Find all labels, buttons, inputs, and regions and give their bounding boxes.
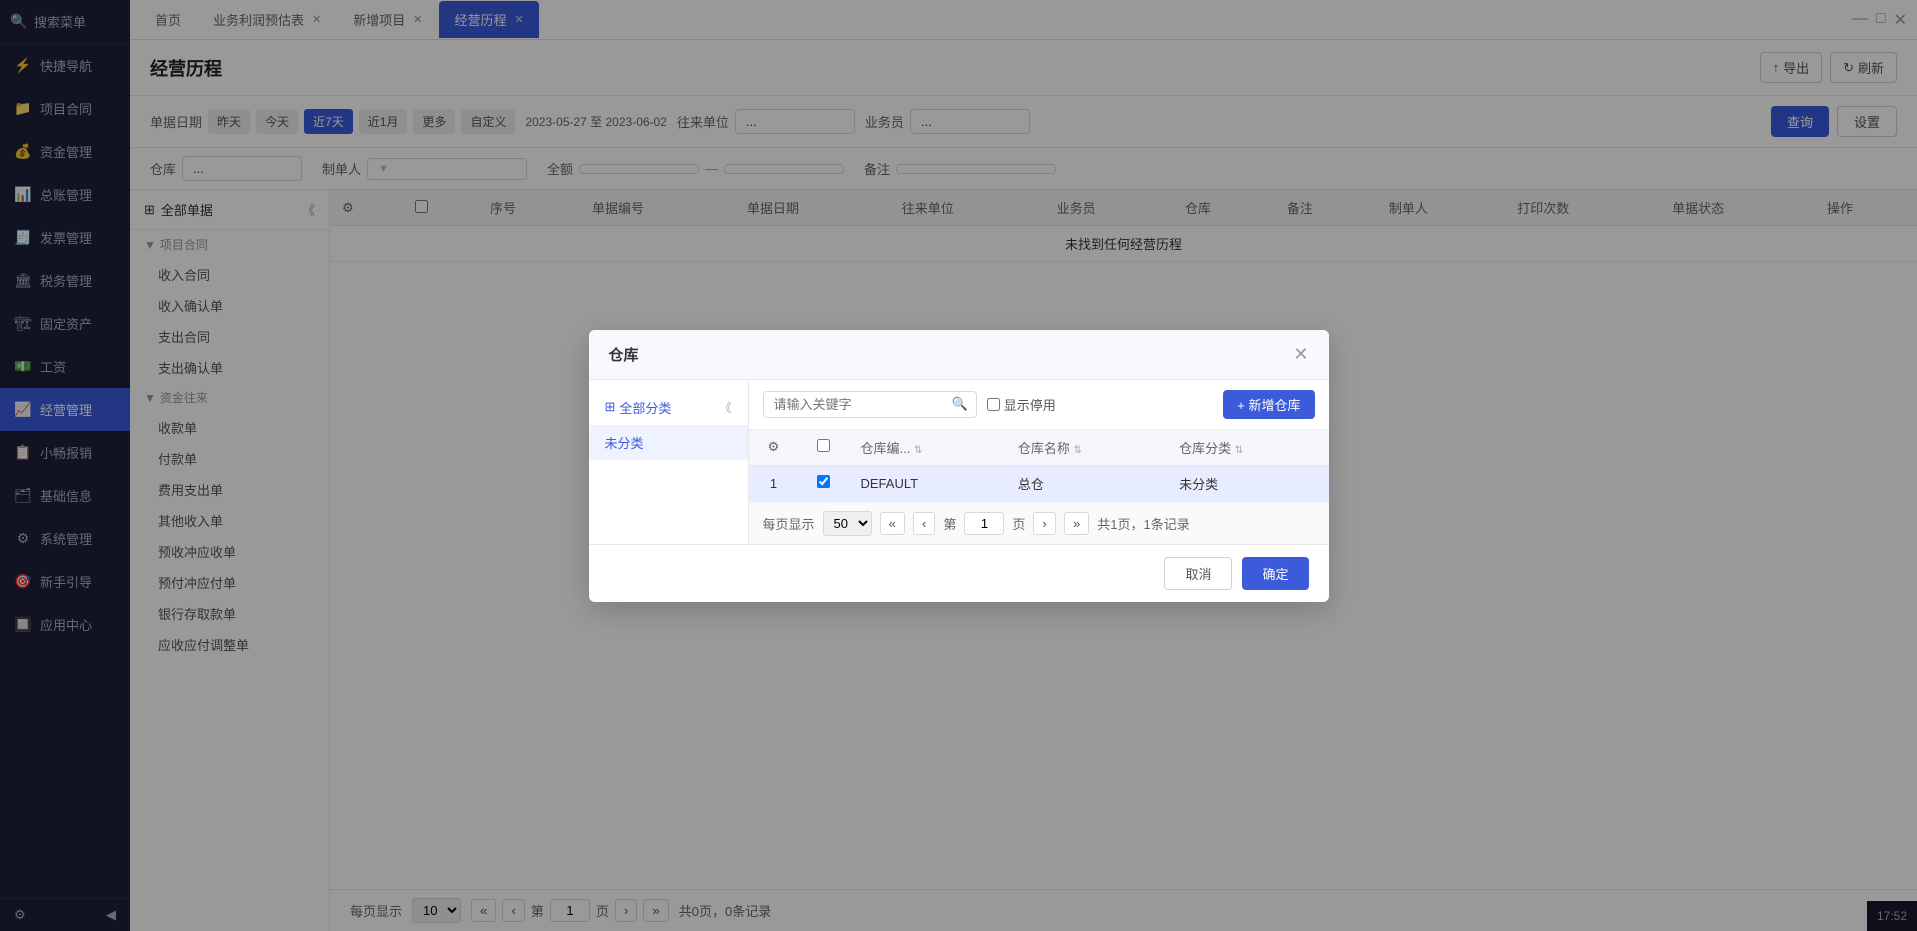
modal-title: 仓库 [609, 344, 639, 365]
cancel-button[interactable]: 取消 [1164, 557, 1232, 590]
show-disabled-checkbox[interactable] [987, 398, 1000, 411]
sort-icon-category[interactable]: ⇅ [1235, 445, 1243, 456]
warehouse-modal: 仓库 ✕ ⊞ 全部分类 《 未分类 [589, 330, 1329, 602]
modal-page-size-label: 每页显示 [763, 514, 815, 533]
show-disabled-label: 显示停用 [1004, 395, 1056, 414]
modal-close-button[interactable]: ✕ [1293, 344, 1308, 365]
modal-search-box: 🔍 [763, 391, 977, 418]
modal-page-size-select[interactable]: 50 [823, 511, 872, 536]
row-checkbox-1[interactable] [817, 475, 830, 488]
modal-search-icon[interactable]: 🔍 [944, 396, 976, 412]
modal-table: ⚙ 仓库编... ⇅ 仓库名称 [749, 430, 1329, 502]
modal-collapse-icon[interactable]: 《 [719, 399, 731, 416]
modal-table-header: ⚙ 仓库编... ⇅ 仓库名称 [749, 430, 1329, 466]
modal-prev-page[interactable]: ‹ [913, 512, 935, 535]
modal-page-end: 页 [1012, 514, 1025, 533]
modal-toolbar: 🔍 显示停用 + 新增仓库 [749, 380, 1329, 430]
modal-row-checkbox[interactable] [799, 465, 849, 501]
modal-row-seq: 1 [749, 465, 799, 501]
modal-table-row[interactable]: 1 DEFAULT 总仓 未分类 [749, 465, 1329, 501]
modal-row-name: 总仓 [1006, 465, 1167, 501]
modal-first-page[interactable]: « [880, 512, 905, 535]
modal-page-input[interactable] [964, 512, 1004, 535]
modal-search-input[interactable] [764, 392, 944, 417]
modal-footer-actions: 取消 确定 [589, 544, 1329, 602]
add-warehouse-button[interactable]: + 新增仓库 [1223, 390, 1314, 419]
modal-table-wrap: ⚙ 仓库编... ⇅ 仓库名称 [749, 430, 1329, 502]
modal-overlay[interactable]: 仓库 ✕ ⊞ 全部分类 《 未分类 [0, 0, 1917, 931]
modal-col-gear: ⚙ [749, 430, 799, 466]
modal-row-category: 未分类 [1167, 465, 1328, 501]
confirm-button[interactable]: 确定 [1242, 557, 1308, 590]
modal-select-all[interactable] [817, 439, 830, 452]
modal-col-category: 仓库分类 ⇅ [1167, 430, 1328, 466]
modal-col-name-label: 仓库名称 [1018, 441, 1070, 456]
show-disabled-checkbox-label[interactable]: 显示停用 [987, 395, 1056, 414]
sort-icon-code[interactable]: ⇅ [914, 445, 922, 456]
modal-right-content: 🔍 显示停用 + 新增仓库 [749, 380, 1329, 544]
modal-total: 共1页，1条记录 [1097, 514, 1189, 533]
modal-pagination: 每页显示 50 « ‹ 第 页 › » 共1页，1条记录 [749, 502, 1329, 544]
modal-row-code: DEFAULT [849, 465, 1006, 501]
grid-icon2: ⊞ [605, 399, 616, 415]
modal-header: 仓库 ✕ [589, 330, 1329, 380]
modal-left-header: ⊞ 全部分类 《 [589, 390, 748, 425]
modal-left-unclassified[interactable]: 未分类 [589, 425, 748, 460]
modal-last-page[interactable]: » [1064, 512, 1089, 535]
gear-icon2: ⚙ [768, 439, 780, 454]
sort-icon-name[interactable]: ⇅ [1073, 445, 1081, 456]
modal-col-checkbox[interactable] [799, 430, 849, 466]
modal-left-panel: ⊞ 全部分类 《 未分类 [589, 380, 749, 544]
modal-col-code-label: 仓库编... [861, 441, 911, 456]
modal-col-category-label: 仓库分类 [1179, 441, 1231, 456]
modal-next-page[interactable]: › [1033, 512, 1055, 535]
modal-page-label: 第 [943, 514, 956, 533]
modal-col-code: 仓库编... ⇅ [849, 430, 1006, 466]
modal-body: ⊞ 全部分类 《 未分类 🔍 [589, 380, 1329, 544]
modal-all-label-text[interactable]: 全部分类 [619, 398, 671, 417]
modal-col-name: 仓库名称 ⇅ [1006, 430, 1167, 466]
modal-left-all-label: ⊞ 全部分类 [605, 398, 672, 417]
